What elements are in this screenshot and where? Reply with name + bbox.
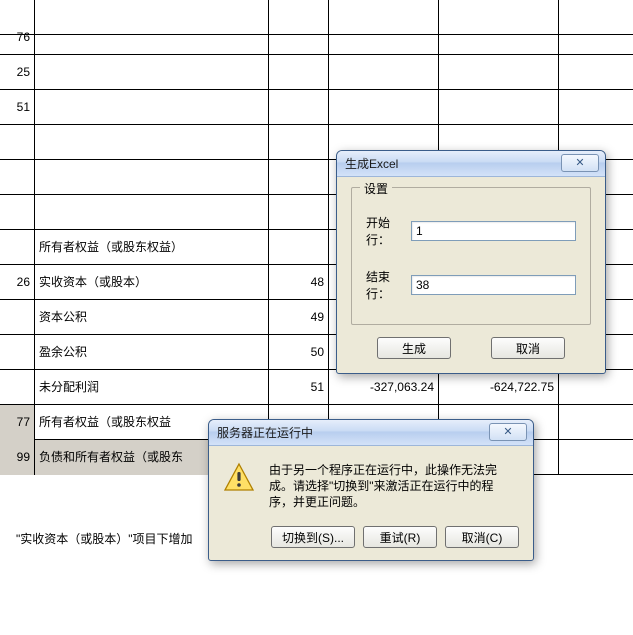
cell[interactable] <box>34 20 268 55</box>
start-row-input[interactable] <box>411 221 576 241</box>
cell[interactable] <box>438 55 558 90</box>
cell[interactable]: 51 <box>268 370 328 405</box>
cell[interactable]: 99 <box>0 440 34 475</box>
cell[interactable] <box>34 195 268 230</box>
table-row: 51 <box>0 90 633 125</box>
cell[interactable]: 实收资本（或股本） <box>34 265 268 300</box>
warning-icon <box>223 462 255 494</box>
cell[interactable] <box>0 335 34 370</box>
cell[interactable] <box>268 125 328 160</box>
cell[interactable]: 50 <box>268 335 328 370</box>
cancel-button[interactable]: 取消 <box>491 337 565 359</box>
dialog2-close-button[interactable]: ✕ <box>489 423 527 441</box>
generate-button[interactable]: 生成 <box>377 337 451 359</box>
table-row: 25 <box>0 55 633 90</box>
cell[interactable] <box>328 20 438 55</box>
cell[interactable] <box>34 125 268 160</box>
cell[interactable] <box>0 300 34 335</box>
settings-groupbox: 设置 开始行： 结束行： <box>351 187 591 325</box>
table-row: 76 <box>0 20 633 55</box>
dialog2-title: 服务器正在运行中 <box>217 426 313 440</box>
cell[interactable] <box>0 230 34 265</box>
cell[interactable]: -624,722.75 <box>438 370 558 405</box>
dialog2-titlebar[interactable]: 服务器正在运行中 ✕ <box>209 420 533 446</box>
cell[interactable]: 77 <box>0 405 34 440</box>
cell[interactable] <box>0 160 34 195</box>
cell[interactable]: 盈余公积 <box>34 335 268 370</box>
start-row-label: 开始行： <box>366 214 411 248</box>
retry-button[interactable]: 重试(R) <box>363 526 437 548</box>
cell[interactable]: 76 <box>0 20 34 55</box>
generate-excel-dialog: 生成Excel ✕ 设置 开始行： 结束行： 生成 取消 <box>336 150 606 374</box>
dialog1-title: 生成Excel <box>345 157 398 171</box>
cell[interactable] <box>438 90 558 125</box>
dialog1-close-button[interactable]: ✕ <box>561 154 599 172</box>
cell[interactable]: 资本公积 <box>34 300 268 335</box>
cell[interactable] <box>0 125 34 160</box>
cell[interactable]: 25 <box>0 55 34 90</box>
cell[interactable]: 未分配利润 <box>34 370 268 405</box>
cell[interactable] <box>268 160 328 195</box>
cancel-button-2[interactable]: 取消(C) <box>445 526 519 548</box>
cell[interactable] <box>328 90 438 125</box>
server-busy-dialog: 服务器正在运行中 ✕ 由于另一个程序正在运行中，此操作无法完成。请选择"切换到"… <box>208 419 534 561</box>
cell[interactable] <box>328 55 438 90</box>
end-row-input[interactable] <box>411 275 576 295</box>
table-row: 未分配利润51-327,063.24-624,722.75 <box>0 370 633 405</box>
cell[interactable]: 48 <box>268 265 328 300</box>
footnote-text: "实收资本（或股本）"项目下增加 <box>16 530 193 547</box>
switch-to-button[interactable]: 切换到(S)... <box>271 526 355 548</box>
cell[interactable] <box>268 90 328 125</box>
cell[interactable]: 26 <box>0 265 34 300</box>
end-row-label: 结束行： <box>366 268 411 302</box>
cell[interactable] <box>0 195 34 230</box>
cell[interactable] <box>34 160 268 195</box>
cell[interactable] <box>268 195 328 230</box>
dialog2-message: 由于另一个程序正在运行中，此操作无法完成。请选择"切换到"来激活正在运行中的程序… <box>269 462 509 510</box>
cell[interactable]: 所有者权益（或股东权益） <box>34 230 268 265</box>
close-icon: ✕ <box>575 157 584 169</box>
close-icon: ✕ <box>503 426 512 438</box>
cell[interactable]: 49 <box>268 300 328 335</box>
cell[interactable] <box>268 20 328 55</box>
cell[interactable]: -327,063.24 <box>328 370 438 405</box>
cell[interactable] <box>34 55 268 90</box>
cell[interactable] <box>268 230 328 265</box>
cell[interactable] <box>34 90 268 125</box>
cell[interactable] <box>0 370 34 405</box>
settings-group-label: 设置 <box>360 180 392 197</box>
dialog1-titlebar[interactable]: 生成Excel ✕ <box>337 151 605 177</box>
cell[interactable] <box>438 20 558 55</box>
cell[interactable]: 51 <box>0 90 34 125</box>
cell[interactable] <box>268 55 328 90</box>
